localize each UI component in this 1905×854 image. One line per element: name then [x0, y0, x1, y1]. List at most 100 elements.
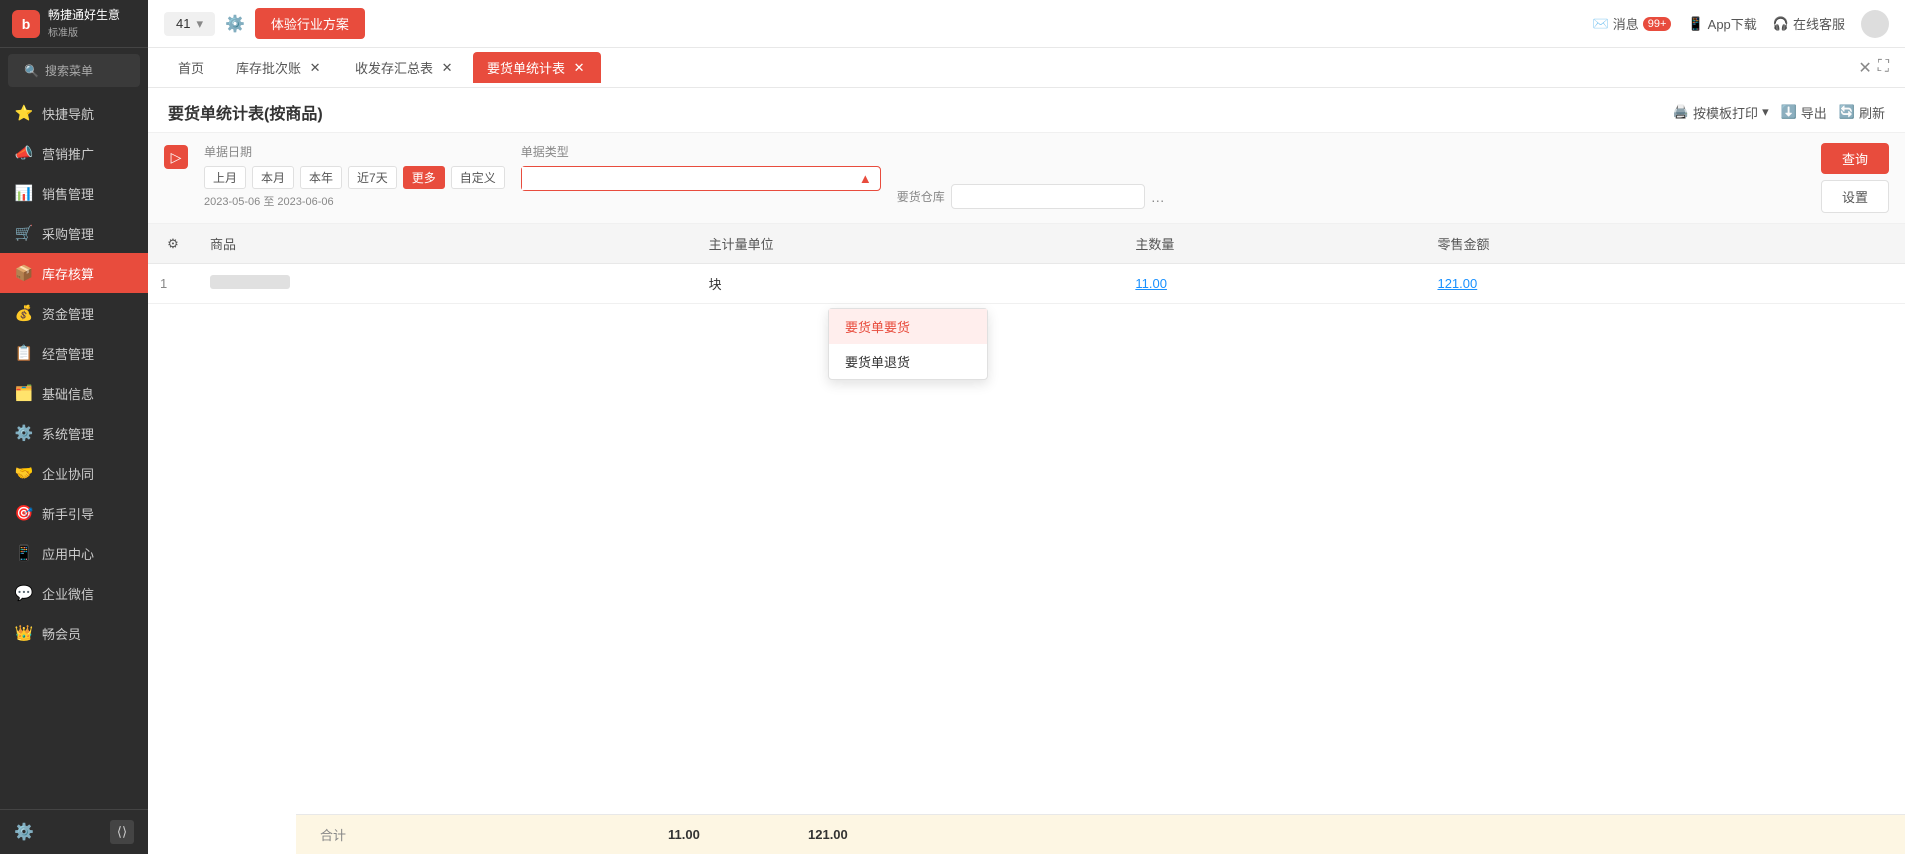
app-download-button[interactable]: 📱 App下载: [1687, 14, 1756, 33]
footer-label: 合计: [308, 825, 508, 844]
sidebar-search[interactable]: 🔍 搜索菜单: [8, 54, 140, 87]
cell-row-num: 1: [148, 264, 198, 304]
messages-button[interactable]: ✉️ 消息 99+: [1593, 14, 1672, 33]
online-service-button[interactable]: 🎧 在线客服: [1773, 14, 1845, 33]
sidebar-item-appcenter[interactable]: 📱 应用中心: [0, 533, 148, 573]
print-icon: 🖨️: [1673, 104, 1689, 120]
dropdown-item-require-return[interactable]: 要货单退货: [829, 344, 987, 379]
sidebar-item-inventory[interactable]: 📦 库存核算: [0, 253, 148, 293]
tab-home[interactable]: 首页: [164, 52, 218, 83]
tabs-right-controls: ✕ ⛶: [1858, 58, 1889, 78]
user-avatar[interactable]: [1861, 10, 1889, 38]
quicknav-icon: ⭐: [14, 103, 34, 123]
filter-type-row: ▲: [521, 166, 881, 191]
sidebar-item-operation[interactable]: 📋 经营管理: [0, 333, 148, 373]
col-retail-amount: 零售金额: [1425, 224, 1789, 264]
export-button[interactable]: ⬇️ 导出: [1781, 103, 1827, 122]
filter-type-input[interactable]: [522, 167, 851, 190]
data-table-wrap: ⚙ 商品 主计量单位 主数量 零售金额 1 块: [148, 224, 1905, 352]
refresh-icon: 🔄: [1839, 104, 1855, 120]
page-actions: 🖨️ 按模板打印 ▾ ⬇️ 导出 🔄 刷新: [1673, 103, 1885, 122]
sidebar-logo: b 畅捷通好生意 标准版: [0, 0, 148, 48]
refresh-button[interactable]: 🔄 刷新: [1839, 103, 1885, 122]
col-settings-icon[interactable]: ⚙: [148, 224, 198, 264]
type-dropdown: 要货单要货 要货单退货: [828, 308, 988, 380]
cell-main-qty: 11.00: [1123, 264, 1425, 304]
sidebar-item-guide[interactable]: 🎯 新手引导: [0, 493, 148, 533]
sidebar-item-marketing[interactable]: 📣 营销推广: [0, 133, 148, 173]
sidebar-nav: ⭐ 快捷导航 📣 营销推广 📊 销售管理 🛒 采购管理 📦 库存核算 💰 资金管…: [0, 93, 148, 809]
filter-warehouse-more-icon[interactable]: …: [1151, 189, 1165, 205]
gear-bottom-icon[interactable]: ⚙️: [14, 822, 34, 842]
tab-close-all-icon[interactable]: ✕: [1858, 58, 1871, 78]
product-name-placeholder: [210, 275, 290, 289]
sidebar-item-vip[interactable]: 👑 畅会员: [0, 613, 148, 653]
collapse-icon: ⟨⟩: [117, 824, 127, 840]
filter-type-arrow-icon[interactable]: ▲: [851, 167, 880, 190]
header-settings-icon[interactable]: ⚙️: [225, 14, 245, 34]
date-preset-last-month[interactable]: 上月: [204, 166, 246, 189]
date-preset-more[interactable]: 更多: [403, 166, 445, 189]
filter-type-group: 单据类型 ▲: [521, 143, 881, 191]
filter-warehouse-group: 要货仓库 …: [897, 184, 1165, 209]
sidebar-item-sales[interactable]: 📊 销售管理: [0, 173, 148, 213]
sidebar-item-enterprise[interactable]: 🤝 企业协同: [0, 453, 148, 493]
purchase-icon: 🛒: [14, 223, 34, 243]
filter-bar: ▷ 单据日期 上月 本月 本年 近7天 更多 自定义 2023-05-06 至 …: [148, 133, 1905, 224]
query-button[interactable]: 查询: [1821, 143, 1889, 174]
filter-expand-button[interactable]: ▷: [164, 145, 188, 169]
print-button[interactable]: 🖨️ 按模板打印 ▾: [1673, 103, 1769, 122]
sidebar-item-purchase[interactable]: 🛒 采购管理: [0, 213, 148, 253]
table-header-row: ⚙ 商品 主计量单位 主数量 零售金额: [148, 224, 1905, 264]
settings-button[interactable]: 设置: [1821, 180, 1889, 213]
date-preset-this-year[interactable]: 本年: [300, 166, 342, 189]
sidebar: b 畅捷通好生意 标准版 🔍 搜索菜单 ⭐ 快捷导航 📣 营销推广 📊 销售管理…: [0, 0, 148, 854]
sidebar-item-wechat[interactable]: 💬 企业微信: [0, 573, 148, 613]
search-icon: 🔍: [24, 64, 39, 78]
wechat-icon: 💬: [14, 583, 34, 603]
header-number-badge: 41 ▾: [164, 12, 215, 36]
tab-order-stat[interactable]: 要货单统计表 ✕: [473, 52, 601, 83]
trial-button[interactable]: 体验行业方案: [255, 8, 365, 39]
operation-icon: 📋: [14, 343, 34, 363]
col-product: 商品: [198, 224, 697, 264]
sidebar-bottom: ⚙️ ⟨⟩: [0, 809, 148, 854]
tab-recv-summary[interactable]: 收发存汇总表 ✕: [341, 52, 469, 83]
vip-icon: 👑: [14, 623, 34, 643]
sidebar-item-system[interactable]: ⚙️ 系统管理: [0, 413, 148, 453]
sidebar-item-quicknav[interactable]: ⭐ 快捷导航: [0, 93, 148, 133]
guide-icon: 🎯: [14, 503, 34, 523]
data-table: ⚙ 商品 主计量单位 主数量 零售金额 1 块: [148, 224, 1905, 304]
footer-main-qty: 11.00: [668, 827, 768, 842]
date-preset-this-month[interactable]: 本月: [252, 166, 294, 189]
retail-amount-link[interactable]: 121.00: [1437, 276, 1477, 291]
tab-close-order-stat[interactable]: ✕: [571, 60, 587, 76]
app-logo-icon: b: [12, 10, 40, 38]
main-qty-link[interactable]: 11.00: [1135, 276, 1167, 291]
filter-warehouse-input[interactable]: [951, 184, 1145, 209]
sidebar-item-basic[interactable]: 🗂️ 基础信息: [0, 373, 148, 413]
sidebar-collapse-button[interactable]: ⟨⟩: [110, 820, 134, 844]
dropdown-item-require-goods[interactable]: 要货单要货: [829, 309, 987, 344]
page-header: 要货单统计表(按商品) 🖨️ 按模板打印 ▾ ⬇️ 导出 🔄 刷新: [148, 88, 1905, 133]
filter-date-row: 上月 本月 本年 近7天 更多 自定义: [204, 166, 505, 189]
tab-close-recv-summary[interactable]: ✕: [439, 60, 455, 76]
sidebar-item-finance[interactable]: 💰 资金管理: [0, 293, 148, 333]
date-range-text: 2023-05-06 至 2023-06-06: [204, 193, 505, 209]
service-icon: 🎧: [1773, 16, 1789, 32]
table-row: 1 块 11.00 121.00: [148, 264, 1905, 304]
tab-inventory-batch[interactable]: 库存批次账 ✕: [222, 52, 337, 83]
export-icon: ⬇️: [1781, 104, 1797, 120]
cell-retail-amount: 121.00: [1425, 264, 1789, 304]
system-icon: ⚙️: [14, 423, 34, 443]
tab-expand-icon[interactable]: ⛶: [1878, 58, 1889, 78]
sales-icon: 📊: [14, 183, 34, 203]
enterprise-icon: 🤝: [14, 463, 34, 483]
cell-extra: [1790, 264, 1905, 304]
tab-close-inventory-batch[interactable]: ✕: [307, 60, 323, 76]
phone-icon: 📱: [1687, 16, 1703, 32]
col-main-qty: 主数量: [1123, 224, 1425, 264]
cell-product: [198, 264, 697, 304]
date-preset-7days[interactable]: 近7天: [348, 166, 397, 189]
date-preset-custom[interactable]: 自定义: [451, 166, 505, 189]
